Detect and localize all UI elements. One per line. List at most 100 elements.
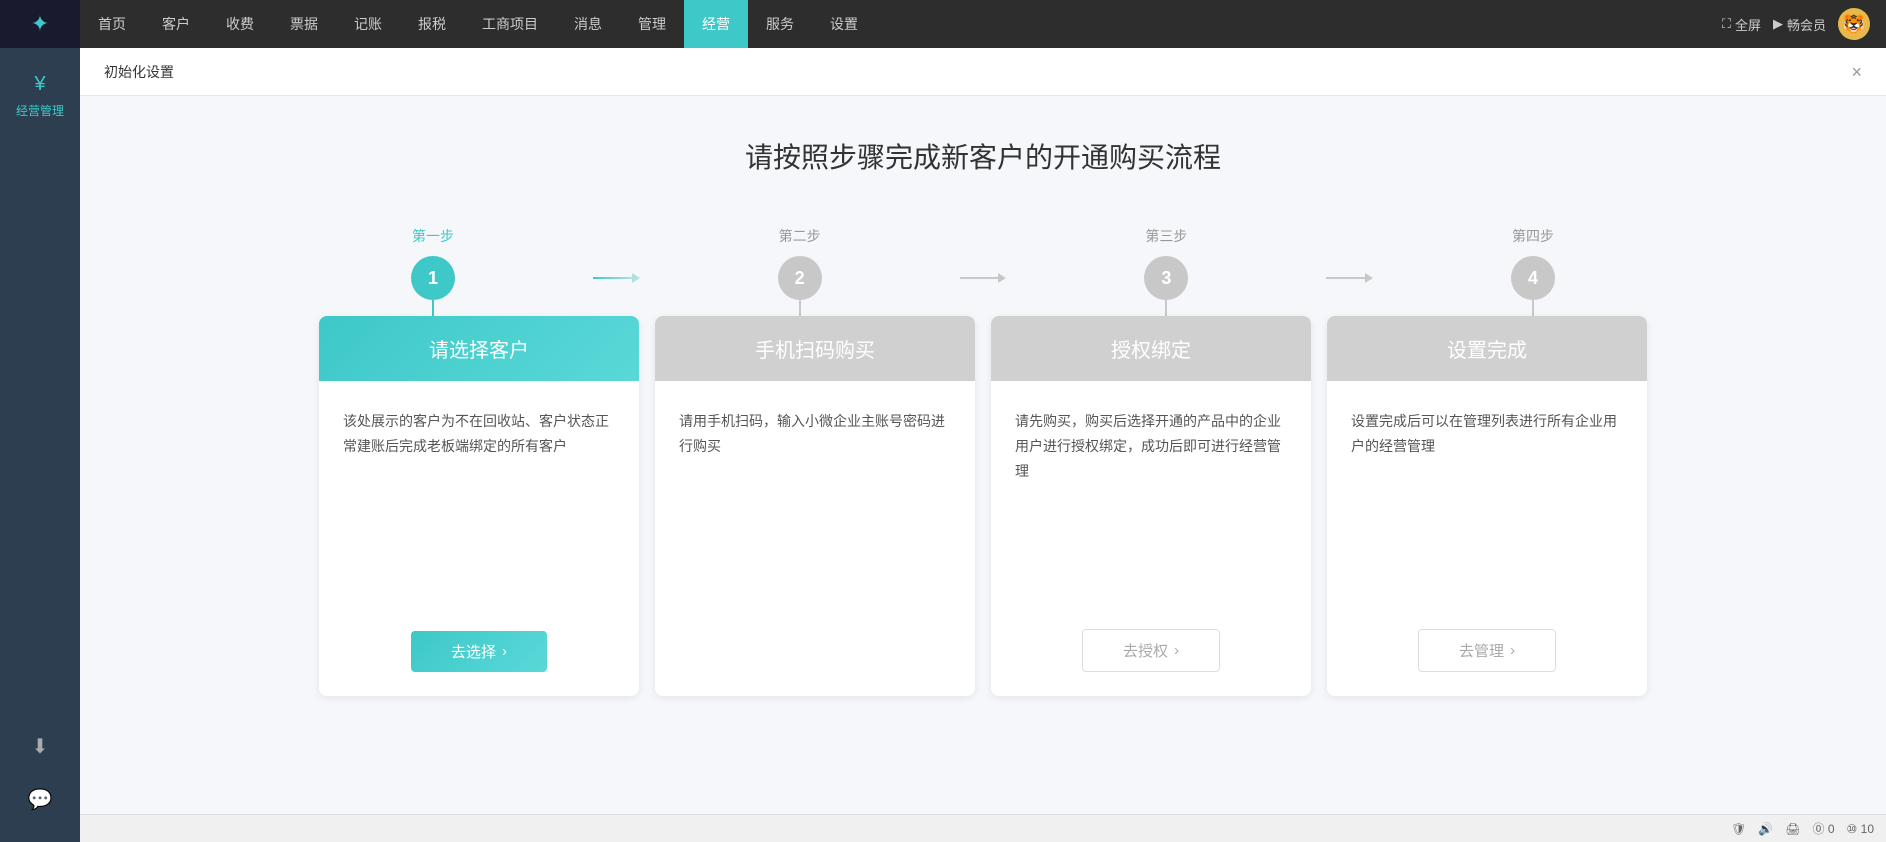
step-4-circle-area: 4 — [1511, 256, 1555, 316]
card-3-header: 授权绑定 — [991, 316, 1311, 381]
print-icon: 🖨 — [1785, 822, 1800, 836]
page-header: 初始化设置 × — [80, 48, 1886, 96]
status-bar: ▶ 完成 🛡 🔊 🖨 ⓪ 0 ⑩ 10 — [0, 814, 1886, 842]
card-1-header: 请选择客户 — [319, 316, 639, 381]
shield-icon: 🛡 — [1731, 822, 1746, 836]
logo-area: ✦ — [0, 0, 80, 48]
nav-operation[interactable]: 经营 — [684, 0, 748, 48]
card-1-body: 该处展示的客户为不在回收站、客户状态正常建账后完成老板端绑定的所有客户 — [319, 381, 639, 615]
nav-fee[interactable]: 收费 — [208, 0, 272, 48]
sidebar-item-management[interactable]: ¥ 经营管理 — [0, 58, 80, 131]
arrow-1 — [593, 245, 640, 297]
cards-row: 请选择客户 该处展示的客户为不在回收站、客户状态正常建账后完成老板端绑定的所有客… — [233, 316, 1733, 696]
step-1-indicator: 第一步 1 — [273, 226, 593, 316]
step-card-3: 授权绑定 请先购买，购买后选择开通的产品中的企业用户进行授权绑定，成功后即可进行… — [991, 316, 1311, 696]
avatar[interactable]: 🐯 — [1838, 8, 1870, 40]
arrow-3 — [1326, 245, 1373, 297]
page-title: 初始化设置 — [104, 62, 174, 82]
vip-label: 畅会员 — [1787, 15, 1826, 34]
step-4-circle: 4 — [1511, 256, 1555, 300]
card-3-title: 授权绑定 — [1111, 340, 1191, 362]
go-authorize-label: 去授权 — [1123, 640, 1168, 661]
go-authorize-button[interactable]: 去授权 › — [1082, 629, 1220, 672]
nav-settings[interactable]: 设置 — [812, 0, 876, 48]
arrow-2 — [960, 245, 1007, 297]
step-2-indicator: 第二步 2 — [640, 226, 960, 316]
sidebar-bottom: ⬇ 💬 — [0, 724, 80, 842]
step-3-label: 第三步 — [1145, 226, 1187, 246]
card-1-title: 请选择客户 — [429, 340, 529, 362]
go-select-button[interactable]: 去选择 › — [411, 631, 547, 672]
download-icon: ⬇ — [32, 734, 49, 759]
step-3-circle-area: 3 — [1144, 256, 1188, 316]
nav-service[interactable]: 服务 — [748, 0, 812, 48]
card-4-text: 设置完成后可以在管理列表进行所有企业用户的经营管理 — [1351, 413, 1617, 454]
card-3-text: 请先购买，购买后选择开通的产品中的企业用户进行授权绑定，成功后即可进行经营管理 — [1015, 413, 1281, 479]
step-2-pin — [799, 300, 801, 316]
go-manage-arrow: › — [1510, 642, 1515, 659]
step-card-1: 请选择客户 该处展示的客户为不在回收站、客户状态正常建账后完成老板端绑定的所有客… — [319, 316, 639, 696]
step-3-circle: 3 — [1144, 256, 1188, 300]
top-nav: 首页 客户 收费 票据 记账 报税 工商项目 消息 管理 经营 服务 设置 ⛶ … — [80, 0, 1886, 48]
nav-business[interactable]: 工商项目 — [464, 0, 556, 48]
card-3-body: 请先购买，购买后选择开通的产品中的企业用户进行授权绑定，成功后即可进行经营管理 — [991, 381, 1311, 613]
vip-btn[interactable]: ▶ 畅会员 — [1773, 15, 1826, 34]
card-2-text: 请用手机扫码，输入小微企业主账号密码进行购买 — [679, 413, 945, 454]
sidebar-download[interactable]: ⬇ — [0, 724, 80, 769]
volume-icon: 🔊 — [1758, 822, 1773, 836]
card-2-header: 手机扫码购买 — [655, 316, 975, 381]
card-1-footer: 去选择 › — [319, 615, 639, 696]
sidebar-item-label: 经营管理 — [16, 102, 64, 119]
go-authorize-arrow: › — [1174, 642, 1179, 659]
step-1-circle-area: 1 — [411, 256, 455, 316]
step-1-circle: 1 — [411, 256, 455, 300]
nav-accounting[interactable]: 记账 — [336, 0, 400, 48]
fullscreen-btn[interactable]: ⛶ 全屏 — [1722, 15, 1761, 34]
step-card-2: 手机扫码购买 请用手机扫码，输入小微企业主账号密码进行购买 — [655, 316, 975, 696]
step-2-circle-area: 2 — [778, 256, 822, 316]
arrow-line-2 — [960, 277, 999, 279]
close-button[interactable]: × — [1851, 63, 1862, 81]
support-icon: 💬 — [28, 787, 53, 812]
step-1-pin — [432, 300, 434, 316]
step-2-label: 第二步 — [779, 226, 821, 246]
nav-items: 首页 客户 收费 票据 记账 报税 工商项目 消息 管理 经营 服务 设置 — [80, 0, 1722, 48]
step-3-pin — [1165, 300, 1167, 316]
step-4-label: 第四步 — [1512, 226, 1554, 246]
go-select-label: 去选择 — [451, 641, 496, 662]
steps-and-cards: 请按照步骤完成新客户的开通购买流程 第一步 1 — [233, 136, 1733, 696]
fullscreen-label: 全屏 — [1735, 15, 1761, 34]
nav-right: ⛶ 全屏 ▶ 畅会员 🐯 — [1722, 8, 1886, 40]
nav-message[interactable]: 消息 — [556, 0, 620, 48]
card-1-text: 该处展示的客户为不在回收站、客户状态正常建账后完成老板端绑定的所有客户 — [343, 413, 609, 454]
nav-home[interactable]: 首页 — [80, 0, 144, 48]
step-1-label: 第一步 — [412, 226, 454, 246]
step-2-circle: 2 — [778, 256, 822, 300]
status-right: 🛡 🔊 🖨 ⓪ 0 ⑩ 10 — [1731, 820, 1874, 837]
vip-icon: ▶ — [1773, 16, 1783, 32]
arrow-head-1 — [632, 273, 640, 283]
arrow-head-3 — [1365, 273, 1373, 283]
card-2-body: 请用手机扫码，输入小微企业主账号密码进行购买 — [655, 381, 975, 656]
management-icon: ¥ — [26, 70, 54, 98]
card-2-title: 手机扫码购买 — [755, 340, 875, 362]
main-content: 初始化设置 × 请按照步骤完成新客户的开通购买流程 第一步 1 — [80, 48, 1886, 814]
main-heading: 请按照步骤完成新客户的开通购买流程 — [233, 136, 1733, 176]
nav-customer[interactable]: 客户 — [144, 0, 208, 48]
logo-icon: ✦ — [31, 11, 49, 37]
step-card-4: 设置完成 设置完成后可以在管理列表进行所有企业用户的经营管理 去管理 › — [1327, 316, 1647, 696]
go-manage-button[interactable]: 去管理 › — [1418, 629, 1556, 672]
card-3-footer: 去授权 › — [991, 613, 1311, 696]
card-4-body: 设置完成后可以在管理列表进行所有企业用户的经营管理 — [1327, 381, 1647, 613]
card-4-footer: 去管理 › — [1327, 613, 1647, 696]
nav-tax[interactable]: 报税 — [400, 0, 464, 48]
nav-manage[interactable]: 管理 — [620, 0, 684, 48]
sidebar-support[interactable]: 💬 — [0, 777, 80, 822]
fullscreen-icon: ⛶ — [1722, 16, 1731, 32]
sidebar: ¥ 经营管理 ⬇ 💬 — [0, 48, 80, 842]
nav-invoice[interactable]: 票据 — [272, 0, 336, 48]
step-3-indicator: 第三步 3 — [1006, 226, 1326, 316]
go-select-arrow: › — [502, 643, 507, 660]
step-4-indicator: 第四步 4 — [1373, 226, 1693, 316]
notification-count-0: ⓪ 0 — [1813, 820, 1835, 837]
